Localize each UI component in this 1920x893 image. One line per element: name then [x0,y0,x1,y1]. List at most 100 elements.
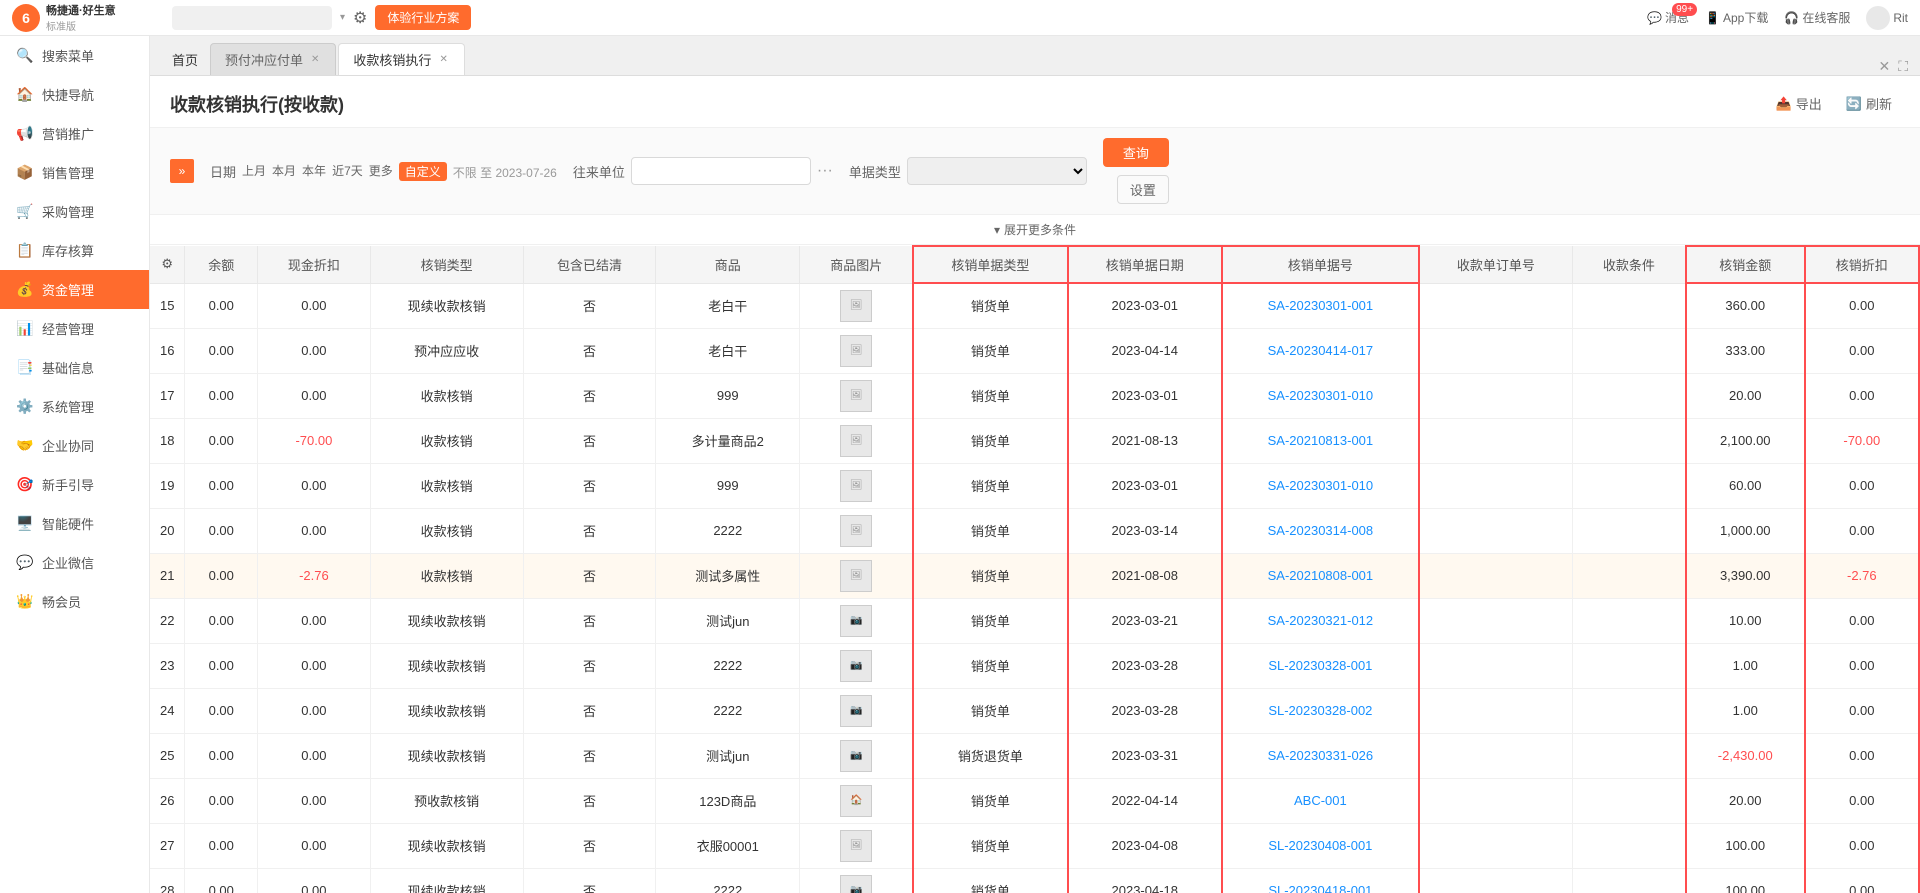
cell-receipt-order-no [1419,328,1573,373]
export-button[interactable]: 📤 导出 [1768,90,1830,117]
bill-no-link[interactable]: SL-20230418-001 [1268,883,1372,893]
sidebar-item-operation[interactable]: 📊 经营管理 [0,309,149,348]
cell-cash-discount: 0.00 [258,328,371,373]
cell-writeoff-discount: 0.00 [1805,688,1919,733]
bill-no-link[interactable]: SA-20230301-010 [1268,478,1374,493]
app-download-button[interactable]: 📱 App下载 [1705,9,1768,26]
bill-no-link[interactable]: SA-20230321-012 [1268,613,1374,628]
user-profile[interactable]: Rit [1866,6,1908,30]
sidebar-item-enterprise[interactable]: 🤝 企业协同 [0,426,149,465]
cell-receipt-order-no [1419,688,1573,733]
cell-cash-discount: 0.00 [258,643,371,688]
cell-bill-no: SL-20230328-002 [1222,688,1419,733]
tab-expand-button[interactable]: ⛶ [1898,58,1908,75]
top-bar-right: 💬 消息 99+ 📱 App下载 🎧 在线客服 Rit [1647,6,1908,30]
sidebar-label: 经营管理 [42,319,94,338]
sidebar-item-system[interactable]: ⚙️ 系统管理 [0,387,149,426]
cell-cash-discount: 0.00 [258,733,371,778]
cell-bill-date: 2022-04-14 [1068,778,1222,823]
goods-image-thumb: 🖼 [840,425,872,457]
bill-no-link[interactable]: SA-20230414-017 [1268,343,1374,358]
tab-prepay[interactable]: 预付冲应付单 ✕ [210,43,336,75]
tab-writeoff[interactable]: 收款核销执行 ✕ [338,43,464,75]
bill-no-link[interactable]: SA-20230301-010 [1268,388,1374,403]
sidebar-item-sales[interactable]: 📦 销售管理 [0,153,149,192]
cell-writeoff-type: 收款核销 [370,508,523,553]
cell-writeoff-discount: 0.00 [1805,643,1919,688]
sidebar-item-guide[interactable]: 🎯 新手引导 [0,465,149,504]
cell-writeoff-discount: 0.00 [1805,463,1919,508]
goods-image-thumb: 🖼 [840,380,872,412]
date-range-text: 不限 至 2023-07-26 [453,166,557,180]
bill-no-link[interactable]: SA-20230331-026 [1268,748,1374,763]
date-this-year[interactable]: 本年 [302,162,326,181]
cell-bill-no: SA-20230414-017 [1222,328,1419,373]
cell-bill-type: 销货单 [913,643,1067,688]
sidebar-item-purchase[interactable]: 🛒 采购管理 [0,192,149,231]
cell-writeoff-discount: -70.00 [1805,418,1919,463]
bill-no-link[interactable]: SA-20210808-001 [1268,568,1374,583]
cell-receipt-order-no [1419,283,1573,328]
settings-button[interactable]: 设置 [1117,175,1169,204]
date-last-7days[interactable]: 近7天 [332,162,363,181]
industry-solution-button[interactable]: 体验行业方案 [375,5,471,30]
bill-no-link[interactable]: ABC-001 [1294,793,1347,808]
sidebar-item-quicknav[interactable]: 🏠 快捷导航 [0,75,149,114]
cell-id: 24 [150,688,185,733]
chevron-down-icon: ▾ [994,223,1000,237]
sidebar-item-marketing[interactable]: 📢 营销推广 [0,114,149,153]
date-this-month[interactable]: 本月 [272,162,296,181]
date-prev-month[interactable]: 上月 [242,162,266,181]
sidebar-item-wecom[interactable]: 💬 企业微信 [0,543,149,582]
cell-bill-type: 销货单 [913,283,1067,328]
sidebar-item-finance[interactable]: 💰 资金管理 [0,270,149,309]
query-button[interactable]: 查询 [1103,138,1169,167]
col-gear[interactable]: ⚙ [150,246,185,283]
sidebar-item-hardware[interactable]: 🖥️ 智能硬件 [0,504,149,543]
trading-unit-more-icon[interactable]: ··· [817,162,833,180]
cell-receipt-condition [1572,598,1685,643]
trading-unit-input[interactable] [631,157,811,185]
cell-bill-no: SA-20210808-001 [1222,553,1419,598]
date-custom[interactable]: 自定义 [399,162,447,181]
bill-no-link[interactable]: SL-20230408-001 [1268,838,1372,853]
tab-writeoff-close[interactable]: ✕ [437,54,449,65]
refresh-button[interactable]: 🔄 刷新 [1838,90,1900,117]
cell-id: 19 [150,463,185,508]
bill-no-link[interactable]: SA-20230314-008 [1268,523,1374,538]
filter-voucher-type: 单据类型 [849,157,1087,185]
message-button[interactable]: 💬 消息 99+ [1647,9,1689,26]
bill-no-link[interactable]: SL-20230328-001 [1268,658,1372,673]
sidebar-item-inventory[interactable]: 📋 库存核算 [0,231,149,270]
sidebar-item-baseinfo[interactable]: 📑 基础信息 [0,348,149,387]
cell-goods-image: 🖼 [800,283,913,328]
tab-prepay-close[interactable]: ✕ [309,54,321,65]
table-row: 18 0.00 -70.00 收款核销 否 多计量商品2 🖼 销货单 2021-… [150,418,1919,463]
guide-icon: 🎯 [16,476,34,494]
nav-search-input[interactable] [172,6,332,30]
filter-collapse-button[interactable]: » [170,159,194,183]
expand-more-button[interactable]: ▾ 展开更多条件 [994,221,1076,238]
goods-image-thumb: 🖼 [840,560,872,592]
cell-bill-no: SL-20230418-001 [1222,868,1419,893]
bill-no-link[interactable]: SA-20230301-001 [1268,298,1374,313]
cell-balance: 0.00 [185,283,258,328]
sidebar-label: 营销推广 [42,124,94,143]
online-service-button[interactable]: 🎧 在线客服 [1784,9,1850,26]
cell-writeoff-discount: 0.00 [1805,373,1919,418]
bill-no-link[interactable]: SL-20230328-002 [1268,703,1372,718]
voucher-type-select[interactable] [907,157,1087,185]
bill-no-link[interactable]: SA-20210813-001 [1268,433,1374,448]
tab-close-all-button[interactable]: ✕ [1878,58,1890,75]
sidebar-item-member[interactable]: 👑 畅会员 [0,582,149,621]
cell-balance: 0.00 [185,373,258,418]
tab-prepay-label: 预付冲应付单 [225,50,303,69]
date-more[interactable]: 更多 [369,162,393,181]
sidebar-label: 快捷导航 [42,85,94,104]
settings-gear-button[interactable]: ⚙ [353,8,367,28]
tab-home[interactable]: 首页 [162,44,208,75]
sidebar-item-search[interactable]: 🔍 搜索菜单 [0,36,149,75]
cell-bill-date: 2021-08-13 [1068,418,1222,463]
cell-receipt-order-no [1419,418,1573,463]
sidebar-label: 基础信息 [42,358,94,377]
